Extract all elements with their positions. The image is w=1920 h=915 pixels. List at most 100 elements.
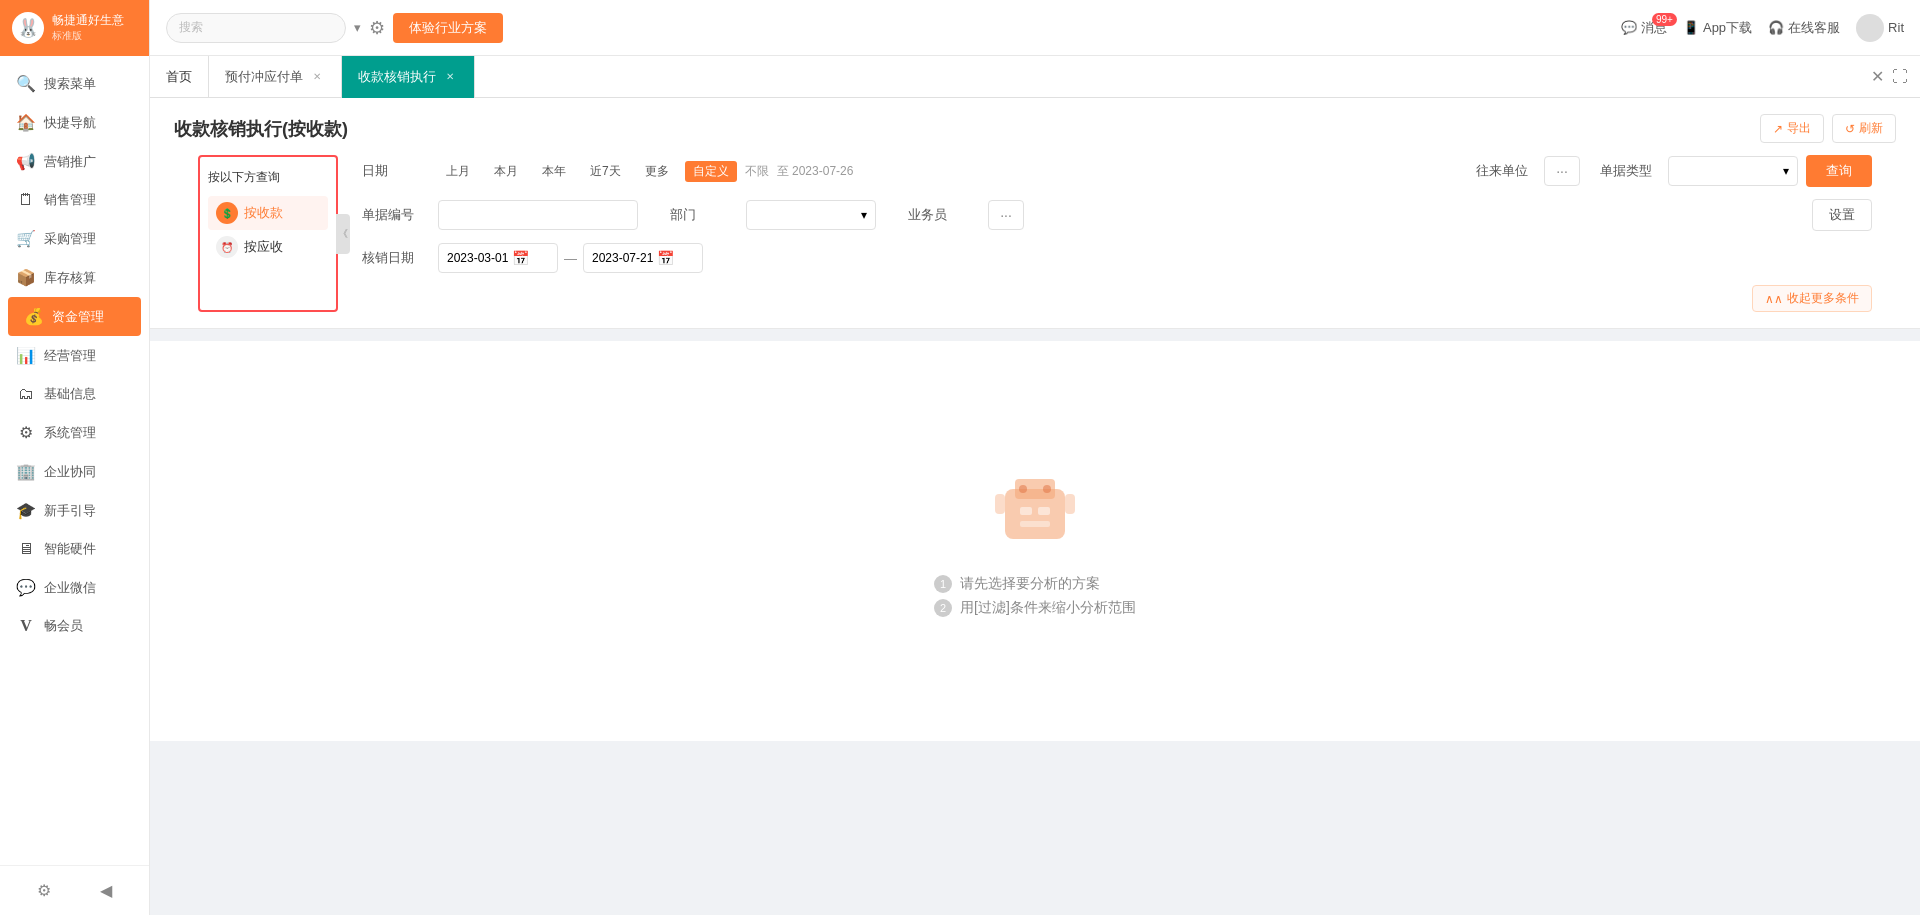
tab-home-label: 首页 <box>166 68 192 86</box>
department-select[interactable]: ▾ <box>746 200 876 230</box>
sidebar-item-label: 资金管理 <box>52 308 104 326</box>
expand-btn-row: ∧∧ 收起更多条件 <box>362 285 1872 312</box>
sidebar-item-quick-nav[interactable]: 🏠 快捷导航 <box>0 103 149 142</box>
tab-receivable-close-icon[interactable]: ✕ <box>442 69 458 85</box>
industry-solution-button[interactable]: 体验行业方案 <box>393 13 503 43</box>
tab-prepay-label: 预付冲应付单 <box>225 68 303 86</box>
collapse-icon[interactable]: ◀ <box>100 881 112 900</box>
header-search-area: 搜索 ▾ ⚙ 体验行业方案 <box>166 13 1609 43</box>
service-label: 在线客服 <box>1788 19 1840 37</box>
tab-prepay-close-icon[interactable]: ✕ <box>309 69 325 85</box>
dropdown-icon[interactable]: ▾ <box>354 20 361 35</box>
query-form: 日期 上月 本月 本年 近7天 更多 自定义 不限 至 2023-07-26 <box>362 155 1872 312</box>
message-badge: 99+ <box>1652 13 1677 26</box>
refresh-button[interactable]: ↺ 刷新 <box>1832 114 1896 143</box>
sidebar-item-inventory[interactable]: 📦 库存核算 <box>0 258 149 297</box>
step-1-num: 1 <box>934 575 952 593</box>
page-content: 收款核销执行(按收款) ↗ 导出 ↺ 刷新 按以下方查询 <box>150 98 1920 915</box>
verify-date-end-value: 2023-07-21 <box>592 251 653 265</box>
message-icon: 💬 <box>1621 20 1637 35</box>
sidebar-item-sales[interactable]: 🗒 销售管理 <box>0 181 149 219</box>
doc-type-label: 单据类型 <box>1600 162 1660 180</box>
sidebar-item-vip[interactable]: V 畅会员 <box>0 607 149 645</box>
empty-hint-2: 2 用[过滤]条件来缩小分析范围 <box>934 599 1136 617</box>
sidebar-item-hardware[interactable]: 🖥 智能硬件 <box>0 530 149 568</box>
tab-expand-icon[interactable]: ⛶ <box>1892 68 1908 86</box>
tab-close-all-icon[interactable]: ✕ <box>1871 67 1884 86</box>
online-service-item[interactable]: 🎧 在线客服 <box>1768 19 1840 37</box>
filter-option-by-receivable[interactable]: ⏰ 按应收 <box>208 230 328 264</box>
export-button[interactable]: ↗ 导出 <box>1760 114 1824 143</box>
user-profile-item[interactable]: Rit <box>1856 14 1904 42</box>
sidebar-item-operations[interactable]: 📊 经营管理 <box>0 336 149 375</box>
header-gear-icon[interactable]: ⚙ <box>369 17 385 39</box>
message-item[interactable]: 💬 消息 99+ <box>1621 19 1667 37</box>
tab-prepay[interactable]: 预付冲应付单 ✕ <box>209 56 342 98</box>
counterpart-label: 往来单位 <box>1476 162 1536 180</box>
sidebar-item-basic-info[interactable]: 🗂 基础信息 <box>0 375 149 413</box>
tab-bar: 首页 预付冲应付单 ✕ 收款核销执行 ✕ ✕ ⛶ <box>150 56 1920 98</box>
staff-ellipsis-btn[interactable]: ··· <box>988 200 1024 230</box>
doc-number-input[interactable] <box>438 200 638 230</box>
page-actions: ↗ 导出 ↺ 刷新 <box>1760 114 1896 143</box>
verify-date-label: 核销日期 <box>362 249 422 267</box>
filter-panel-title: 按以下方查询 <box>208 169 328 186</box>
chevron-up-icon: ∧∧ <box>1765 292 1783 306</box>
sidebar-item-search-menu[interactable]: 🔍 搜索菜单 <box>0 64 149 103</box>
filter-panel-collapse-icon[interactable]: 《 <box>336 214 350 254</box>
verify-date-start-value: 2023-03-01 <box>447 251 508 265</box>
guide-icon: 🎓 <box>16 501 36 520</box>
date-btn-more[interactable]: 更多 <box>637 161 677 182</box>
date-btn-7days[interactable]: 近7天 <box>582 161 629 182</box>
date-range-dash: — <box>564 251 577 266</box>
date-filter-group: 上月 本月 本年 近7天 更多 自定义 不限 至 2023-07-26 <box>438 161 853 182</box>
calendar-end-icon[interactable]: 📅 <box>657 250 674 266</box>
wechat-icon: 💬 <box>16 578 36 597</box>
sidebar-item-enterprise[interactable]: 🏢 企业协同 <box>0 452 149 491</box>
counterpart-ellipsis-btn[interactable]: ··· <box>1544 156 1580 186</box>
settings-button[interactable]: 设置 <box>1812 199 1872 231</box>
empty-text: 1 请先选择要分析的方案 2 用[过滤]条件来缩小分析范围 <box>934 575 1136 623</box>
filter-option-by-receipt[interactable]: 💲 按收款 <box>208 196 328 230</box>
verify-date-start-input[interactable]: 2023-03-01 📅 <box>438 243 558 273</box>
tab-home[interactable]: 首页 <box>150 56 209 98</box>
sidebar-item-guide[interactable]: 🎓 新手引导 <box>0 491 149 530</box>
tab-receivable[interactable]: 收款核销执行 ✕ <box>342 56 475 98</box>
sidebar-item-purchase[interactable]: 🛒 采购管理 <box>0 219 149 258</box>
sidebar-item-finance[interactable]: 💰 资金管理 <box>8 297 141 336</box>
finance-icon: 💰 <box>24 307 44 326</box>
header-search-box[interactable]: 搜索 <box>166 13 346 43</box>
sidebar-item-system[interactable]: ⚙ 系统管理 <box>0 413 149 452</box>
date-btn-last-month[interactable]: 上月 <box>438 161 478 182</box>
sidebar-logo: 🐰 畅捷通好生意 标准版 <box>0 0 149 56</box>
sidebar-item-marketing[interactable]: 📢 营销推广 <box>0 142 149 181</box>
doc-type-select[interactable]: ▾ <box>1668 156 1798 186</box>
filter-area: 按以下方查询 💲 按收款 ⏰ 按应收 《 日期 <box>174 155 1896 328</box>
date-btn-this-month[interactable]: 本月 <box>486 161 526 182</box>
date-end-display: 至 2023-07-26 <box>777 163 854 180</box>
date-btn-this-year[interactable]: 本年 <box>534 161 574 182</box>
form-row-3: 核销日期 2023-03-01 📅 — 2023-07-21 📅 <box>362 243 1872 273</box>
svg-point-3 <box>1043 485 1051 493</box>
svg-rect-8 <box>1065 494 1075 514</box>
filter-panel: 按以下方查询 💲 按收款 ⏰ 按应收 《 <box>198 155 338 312</box>
dropdown-chevron-icon: ▾ <box>1783 164 1789 178</box>
sidebar: 🐰 畅捷通好生意 标准版 🔍 搜索菜单 🏠 快捷导航 📢 营销推广 🗒 销售管理… <box>0 0 150 915</box>
verify-date-end-input[interactable]: 2023-07-21 📅 <box>583 243 703 273</box>
inventory-icon: 📦 <box>16 268 36 287</box>
sidebar-item-label: 新手引导 <box>44 502 96 520</box>
settings-icon[interactable]: ⚙ <box>37 881 51 900</box>
query-button[interactable]: 查询 <box>1806 155 1872 187</box>
sidebar-item-label: 经营管理 <box>44 347 96 365</box>
svg-rect-6 <box>1020 521 1050 527</box>
empty-state: 1 请先选择要分析的方案 2 用[过滤]条件来缩小分析范围 <box>934 459 1136 623</box>
calendar-start-icon[interactable]: 📅 <box>512 250 529 266</box>
expand-filters-button[interactable]: ∧∧ 收起更多条件 <box>1752 285 1872 312</box>
page-title: 收款核销执行(按收款) <box>174 117 348 141</box>
svg-rect-7 <box>995 494 1005 514</box>
app-download-item[interactable]: 📱 App下载 <box>1683 19 1752 37</box>
step-2-num: 2 <box>934 599 952 617</box>
sidebar-item-wechat[interactable]: 💬 企业微信 <box>0 568 149 607</box>
doc-number-label: 单据编号 <box>362 206 422 224</box>
date-custom-badge[interactable]: 自定义 <box>685 161 737 182</box>
